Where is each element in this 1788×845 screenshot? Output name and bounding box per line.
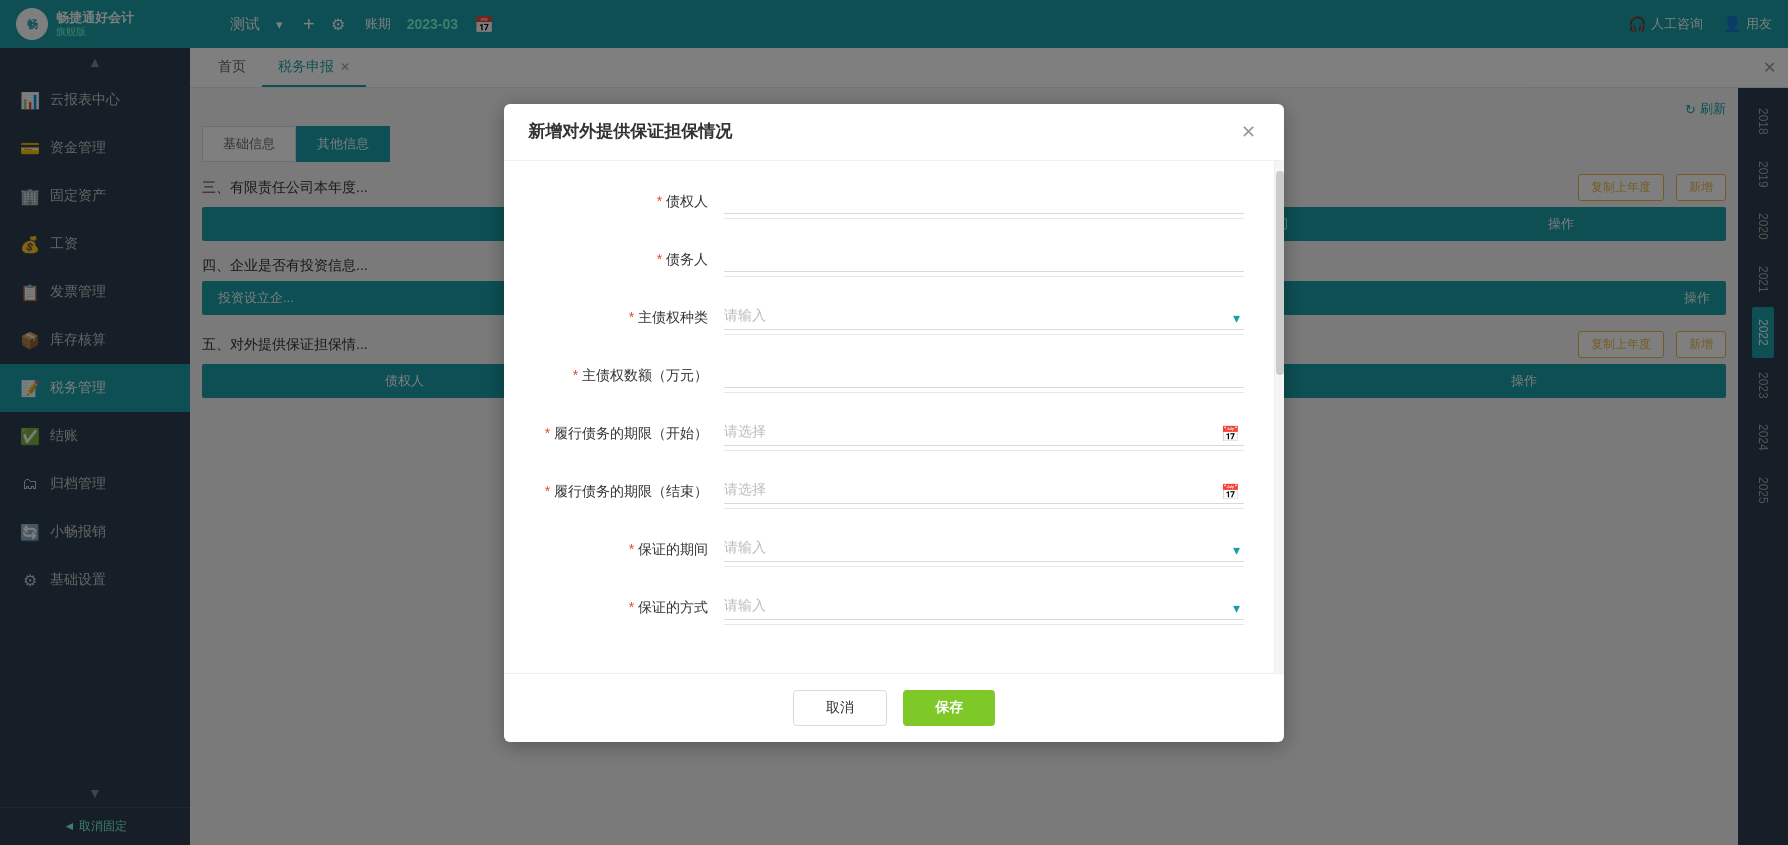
- period-start-input[interactable]: [724, 417, 1244, 446]
- debtor-input[interactable]: [724, 243, 1244, 272]
- cancel-button[interactable]: 取消: [793, 690, 887, 726]
- modal-body: * 债权人 * 债务人: [504, 161, 1284, 673]
- form-row-creditor: * 债权人: [544, 185, 1244, 219]
- form-row-debtor: * 债务人: [544, 243, 1244, 277]
- form-row-period-start: * 履行债务的期限（开始） 📅: [544, 417, 1244, 451]
- claim-amount-input[interactable]: [724, 359, 1244, 388]
- modal-header: 新增对外提供保证担保情况 ✕: [504, 104, 1284, 161]
- modal-title: 新增对外提供保证担保情况: [528, 120, 732, 143]
- period-end-calendar-icon[interactable]: 📅: [1221, 483, 1240, 501]
- form-row-period-end: * 履行债务的期限（结束） 📅: [544, 475, 1244, 509]
- creditor-input[interactable]: [724, 185, 1244, 214]
- modal-footer: 取消 保存: [504, 673, 1284, 742]
- form-row-guarantee-period: * 保证的期间 ▾: [544, 533, 1244, 567]
- period-end-input[interactable]: [724, 475, 1244, 504]
- form-row-claim-amount: * 主债权数额（万元）: [544, 359, 1244, 393]
- period-start-calendar-icon[interactable]: 📅: [1221, 425, 1240, 443]
- modal: 新增对外提供保证担保情况 ✕ * 债权人: [504, 104, 1284, 742]
- guarantee-period-input[interactable]: [724, 533, 1244, 562]
- claim-type-input[interactable]: [724, 301, 1244, 330]
- modal-overlay[interactable]: 新增对外提供保证担保情况 ✕ * 债权人: [0, 0, 1788, 845]
- modal-close-button[interactable]: ✕: [1236, 120, 1260, 144]
- form-row-claim-type: * 主债权种类 ▾: [544, 301, 1244, 335]
- guarantee-method-input[interactable]: [724, 591, 1244, 620]
- form-row-guarantee-method: * 保证的方式 ▾: [544, 591, 1244, 625]
- save-button[interactable]: 保存: [903, 690, 995, 726]
